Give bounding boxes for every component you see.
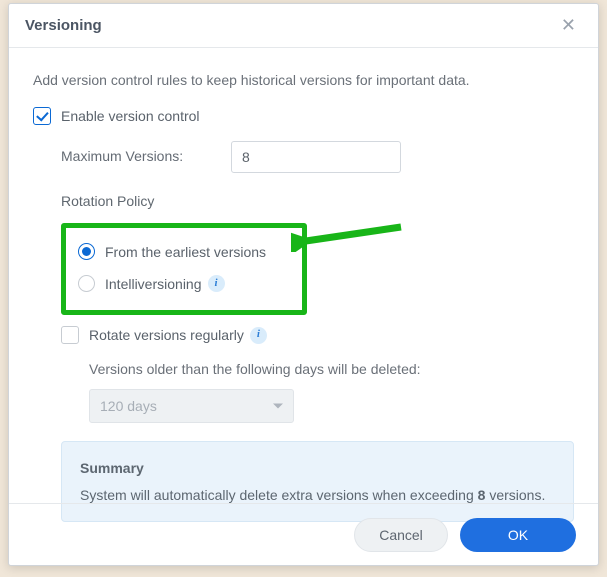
days-select: 120 days	[89, 389, 294, 423]
policy-earliest-row[interactable]: From the earliest versions	[78, 238, 290, 266]
info-icon[interactable]: i	[250, 327, 267, 344]
dialog-body: Add version control rules to keep histor…	[9, 48, 598, 522]
enable-version-control-label: Enable version control	[61, 106, 200, 126]
older-than-desc: Versions older than the following days w…	[89, 359, 574, 379]
max-versions-input[interactable]	[231, 141, 401, 173]
policy-intelliversioning-row[interactable]: Intelliversioning i	[78, 270, 290, 298]
info-icon[interactable]: i	[208, 275, 225, 292]
enable-subsection: Maximum Versions: Rotation Policy From t…	[33, 141, 574, 522]
rotate-regularly-row: Rotate versions regularly i	[61, 325, 574, 345]
close-icon[interactable]: ✕	[555, 11, 582, 40]
rotation-policy-label: Rotation Policy	[61, 191, 574, 211]
cancel-button[interactable]: Cancel	[354, 518, 448, 552]
max-versions-row: Maximum Versions:	[61, 141, 574, 173]
chevron-down-icon	[273, 404, 283, 409]
titlebar: Versioning ✕	[9, 4, 598, 48]
policy-earliest-label: From the earliest versions	[105, 242, 266, 262]
dialog-description: Add version control rules to keep histor…	[33, 70, 574, 90]
rotate-regularly-label: Rotate versions regularly	[89, 325, 244, 345]
enable-version-control-row: Enable version control	[33, 106, 574, 126]
policy-earliest-radio[interactable]	[78, 243, 95, 260]
ok-button[interactable]: OK	[460, 518, 576, 552]
enable-version-control-checkbox[interactable]	[33, 107, 51, 125]
versioning-dialog: Versioning ✕ Add version control rules t…	[8, 3, 599, 566]
summary-suffix: versions.	[485, 487, 545, 503]
dialog-footer: Cancel OK	[9, 503, 598, 565]
rotation-policy-group: From the earliest versions Intelliversio…	[61, 223, 307, 315]
dialog-title: Versioning	[25, 17, 555, 34]
days-select-value: 120 days	[100, 396, 157, 416]
rotate-regularly-checkbox[interactable]	[61, 326, 79, 344]
summary-prefix: System will automatically delete extra v…	[80, 487, 478, 503]
policy-intelliversioning-radio[interactable]	[78, 275, 95, 292]
rotate-subsection: Versions older than the following days w…	[61, 359, 574, 423]
max-versions-label: Maximum Versions:	[61, 146, 231, 166]
summary-heading: Summary	[80, 458, 555, 478]
policy-intelliversioning-label: Intelliversioning	[105, 274, 202, 294]
